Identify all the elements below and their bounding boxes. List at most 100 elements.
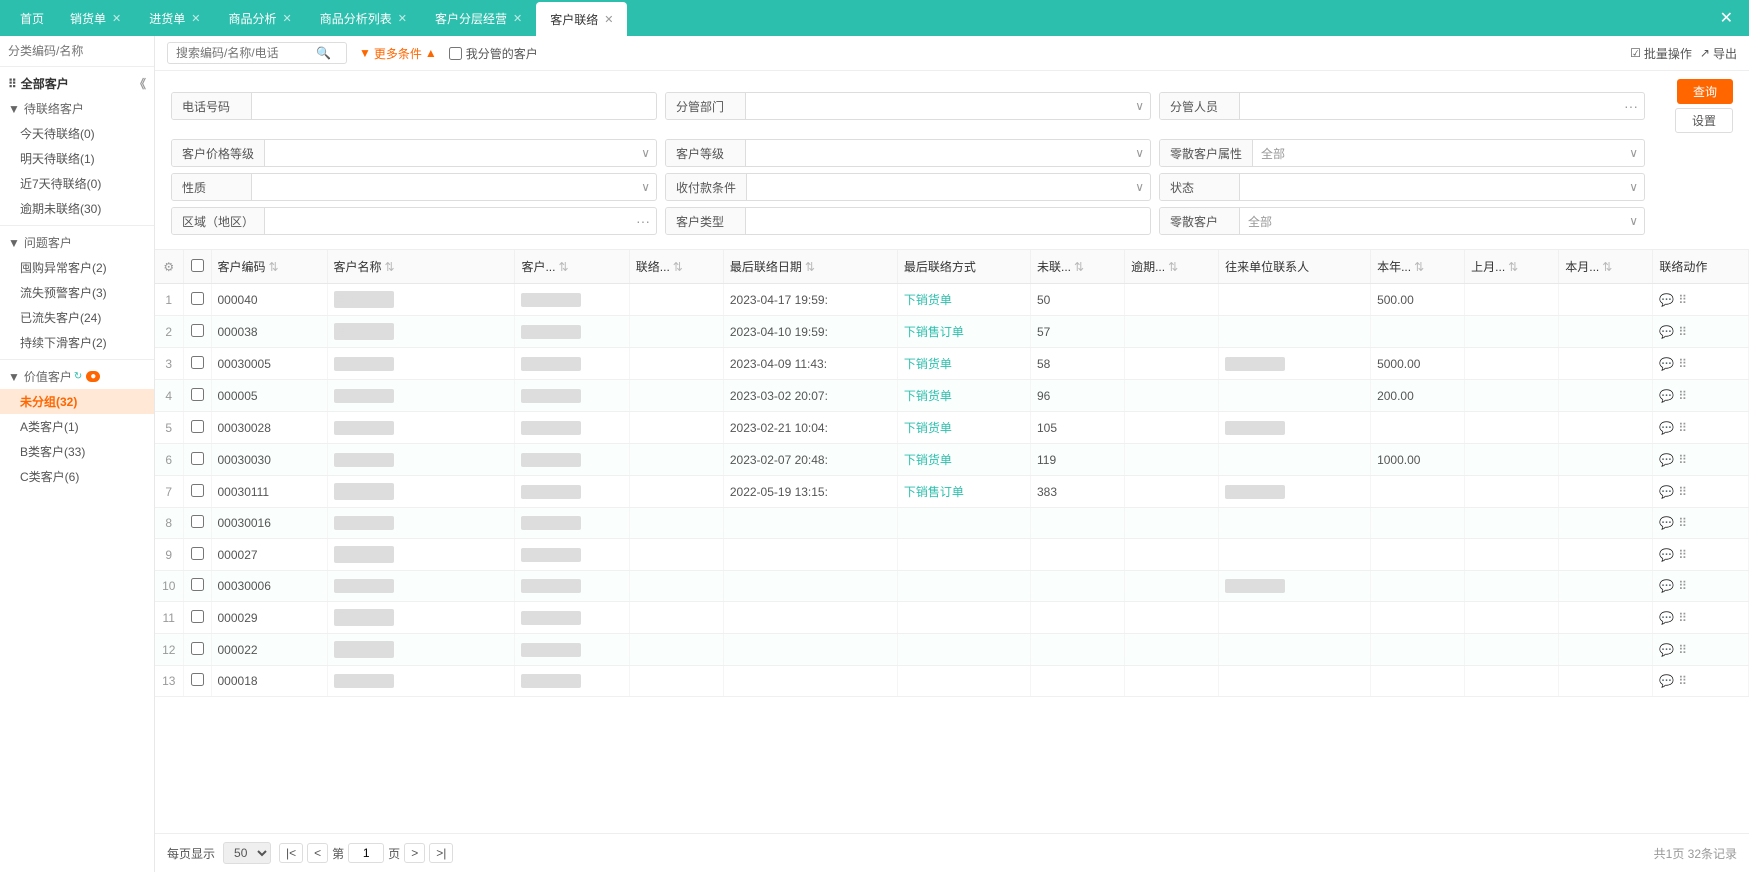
sidebar-item-declining[interactable]: 持续下滑客户(2) [0, 330, 154, 355]
manager-input[interactable] [1240, 99, 1618, 113]
sort-icon[interactable]: ⇅ [1414, 260, 1424, 274]
last-page-btn[interactable]: >| [429, 843, 453, 863]
sidebar-item-churned[interactable]: 已流失客户(24) [0, 305, 154, 330]
row-checkbox-cell[interactable] [183, 348, 211, 380]
message-icon[interactable]: 💬 [1659, 516, 1674, 530]
menu-icon[interactable]: ⠿ [1678, 357, 1687, 371]
row-checkbox-cell[interactable] [183, 602, 211, 634]
my-customers-check[interactable] [449, 47, 462, 60]
department-input[interactable] [746, 99, 1129, 113]
message-icon[interactable]: 💬 [1659, 421, 1674, 435]
region-input[interactable] [265, 214, 630, 228]
row-checkbox[interactable] [191, 420, 204, 433]
next-page-btn[interactable]: > [404, 843, 425, 863]
row-checkbox[interactable] [191, 388, 204, 401]
checkbox-col-header[interactable] [183, 250, 211, 284]
last-contact-method[interactable]: 下销售订单 [897, 316, 1030, 348]
retail-attr-input[interactable] [1253, 146, 1623, 160]
sidebar-item-c-class[interactable]: C类客户(6) [0, 464, 154, 489]
contact-method-link[interactable]: 下销货单 [904, 389, 952, 403]
last-contact-method[interactable]: 下销货单 [897, 348, 1030, 380]
phone-input[interactable] [252, 99, 656, 113]
last-contact-method[interactable] [897, 539, 1030, 571]
price-level-input[interactable] [265, 146, 635, 160]
last-contact-method[interactable] [897, 634, 1030, 666]
chevron-down-icon[interactable]: ∨ [1623, 146, 1644, 160]
sort-icon[interactable]: ⇅ [1168, 260, 1178, 274]
row-checkbox-cell[interactable] [183, 284, 211, 316]
row-checkbox[interactable] [191, 673, 204, 686]
message-icon[interactable]: 💬 [1659, 389, 1674, 403]
retail-customer-input[interactable] [1240, 214, 1623, 228]
menu-icon[interactable]: ⠿ [1678, 485, 1687, 499]
last-contact-method[interactable]: 下销货单 [897, 444, 1030, 476]
row-checkbox[interactable] [191, 484, 204, 497]
menu-icon[interactable]: ⠿ [1678, 325, 1687, 339]
tab-product-analysis-list[interactable]: 商品分析列表 ✕ [306, 0, 421, 36]
row-checkbox-cell[interactable] [183, 634, 211, 666]
row-checkbox-cell[interactable] [183, 316, 211, 348]
sort-icon[interactable]: ⇅ [269, 260, 279, 274]
last-contact-method[interactable]: 下销货单 [897, 412, 1030, 444]
row-checkbox-cell[interactable] [183, 571, 211, 602]
chevron-down-icon[interactable]: ∨ [1129, 180, 1150, 194]
page-size-select[interactable]: 50 [223, 842, 271, 864]
close-icon[interactable]: ✕ [604, 13, 613, 26]
row-checkbox-cell[interactable] [183, 444, 211, 476]
close-icon[interactable]: ✕ [112, 12, 121, 25]
row-checkbox[interactable] [191, 578, 204, 591]
contact-method-link[interactable]: 下销货单 [904, 293, 952, 307]
menu-icon[interactable]: ⠿ [1678, 389, 1687, 403]
sidebar-item-today-pending[interactable]: 今天待联络(0) [0, 121, 154, 146]
contact-method-link[interactable]: 下销货单 [904, 421, 952, 435]
tab-customer-tier[interactable]: 客户分层经营 ✕ [421, 0, 536, 36]
close-all-tabs[interactable]: ✕ [1712, 8, 1741, 28]
chevron-down-icon[interactable]: ∨ [635, 180, 656, 194]
menu-icon[interactable]: ⠿ [1678, 453, 1687, 467]
collapse-icon[interactable]: 《 [134, 75, 146, 92]
last-contact-method[interactable] [897, 666, 1030, 697]
value-customers-group[interactable]: ▼ 价值客户 ↻ ● [0, 364, 154, 389]
prev-page-btn[interactable]: < [307, 843, 328, 863]
message-icon[interactable]: 💬 [1659, 485, 1674, 499]
sidebar-item-7day-pending[interactable]: 近7天待联络(0) [0, 171, 154, 196]
close-icon[interactable]: ✕ [191, 12, 200, 25]
row-checkbox-cell[interactable] [183, 508, 211, 539]
sort-icon[interactable]: ⇅ [1074, 260, 1084, 274]
tab-product-analysis[interactable]: 商品分析 ✕ [214, 0, 305, 36]
menu-icon[interactable]: ⠿ [1678, 516, 1687, 530]
row-checkbox[interactable] [191, 292, 204, 305]
more-conditions-btn[interactable]: ▼ 更多条件 ▲ [359, 45, 437, 62]
sort-icon[interactable]: ⇅ [1508, 260, 1518, 274]
sidebar-item-tomorrow-pending[interactable]: 明天待联络(1) [0, 146, 154, 171]
refresh-icon[interactable]: ↻ [74, 371, 82, 382]
row-checkbox[interactable] [191, 610, 204, 623]
menu-icon[interactable]: ⠿ [1678, 643, 1687, 657]
row-checkbox[interactable] [191, 642, 204, 655]
select-all-checkbox[interactable] [191, 259, 204, 272]
tab-purchase[interactable]: 进货单 ✕ [135, 0, 214, 36]
chevron-down-icon[interactable]: ∨ [1623, 180, 1644, 194]
menu-icon[interactable]: ⠿ [1678, 293, 1687, 307]
batch-operations-btn[interactable]: ☑ 批量操作 [1630, 45, 1692, 62]
all-customers-header[interactable]: ⠿ 全部客户 《 [0, 67, 154, 96]
customer-type-input[interactable] [746, 214, 1150, 228]
message-icon[interactable]: 💬 [1659, 674, 1674, 688]
pending-contact-group[interactable]: ▼ 待联络客户 [0, 96, 154, 121]
main-search-input[interactable] [176, 46, 316, 60]
close-icon[interactable]: ✕ [283, 12, 292, 25]
tab-customer-contact[interactable]: 客户联络 ✕ [536, 2, 627, 36]
tab-sales[interactable]: 销货单 ✕ [56, 0, 135, 36]
message-icon[interactable]: 💬 [1659, 643, 1674, 657]
sort-icon[interactable]: ⇅ [385, 260, 395, 274]
message-icon[interactable]: 💬 [1659, 611, 1674, 625]
sidebar-search-input[interactable] [8, 44, 155, 58]
contact-method-link[interactable]: 下销货单 [904, 357, 952, 371]
first-page-btn[interactable]: |< [279, 843, 303, 863]
sort-icon[interactable]: ⇅ [558, 260, 568, 274]
sidebar-item-churn-warning[interactable]: 流失预警客户(3) [0, 280, 154, 305]
tab-home[interactable]: 首页 [8, 0, 56, 36]
row-checkbox[interactable] [191, 515, 204, 528]
row-checkbox-cell[interactable] [183, 666, 211, 697]
menu-icon[interactable]: ⠿ [1678, 611, 1687, 625]
